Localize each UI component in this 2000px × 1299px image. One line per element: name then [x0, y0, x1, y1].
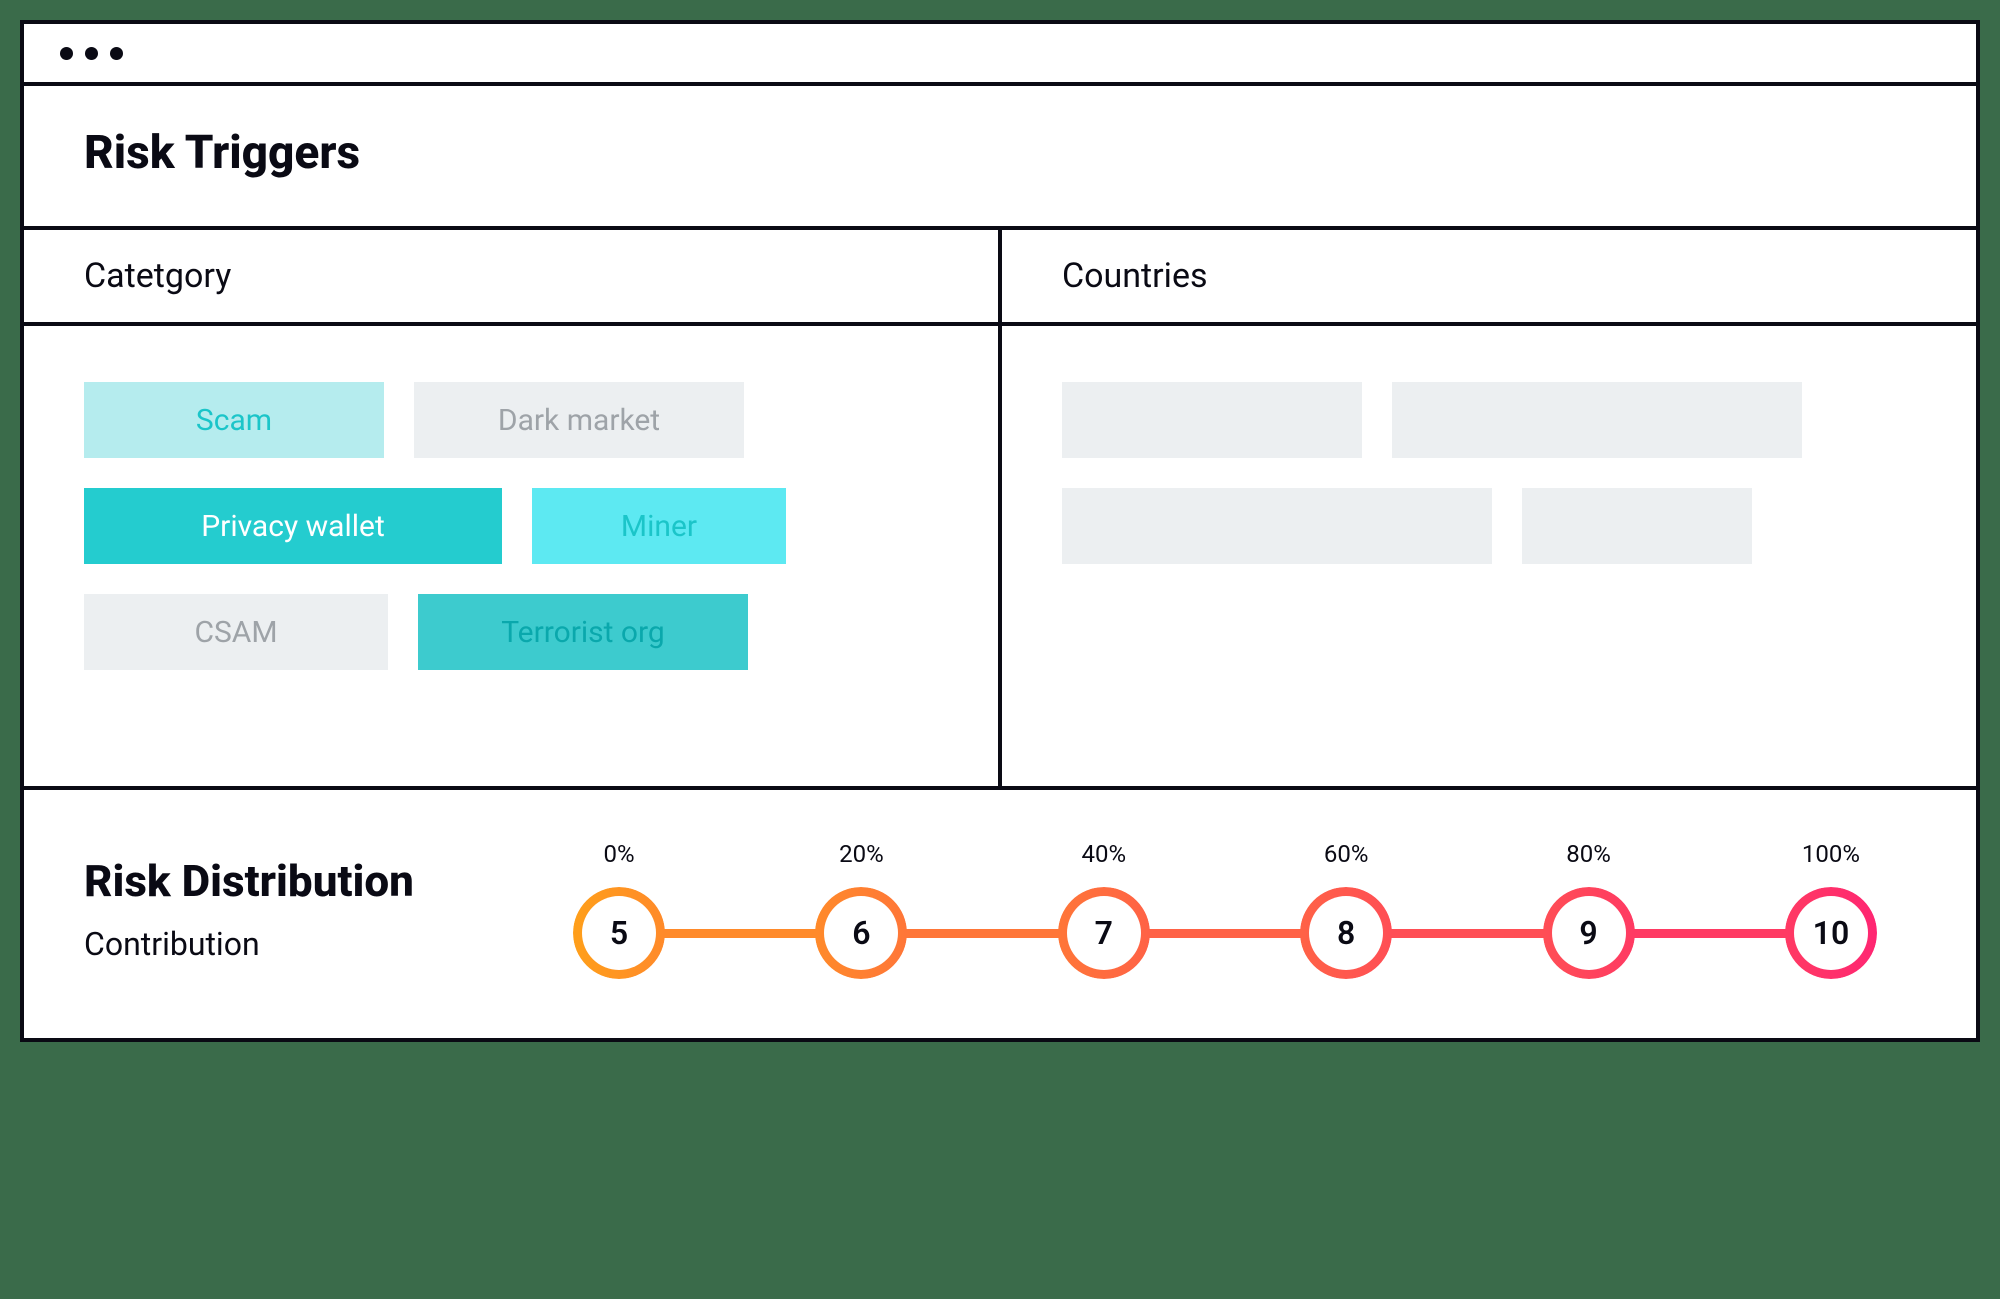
- risk-distribution-section: Risk Distribution Contribution 0% 5 20% 6 40…: [24, 790, 1976, 1038]
- risk-node-value: 8: [1301, 888, 1391, 978]
- country-tag-placeholder[interactable]: [1522, 488, 1752, 564]
- risk-node-connector: [901, 929, 1063, 938]
- risk-node-connector: [1144, 929, 1306, 938]
- risk-node[interactable]: 60% 8: [1301, 840, 1391, 978]
- risk-node-value: 7: [1059, 888, 1149, 978]
- window-titlebar: [24, 24, 1976, 86]
- countries-panel-body: [1002, 326, 1976, 786]
- category-tag-privacy-wallet[interactable]: Privacy wallet: [84, 488, 502, 564]
- risk-node[interactable]: 40% 7: [1059, 840, 1149, 978]
- risk-node[interactable]: 0% 5: [574, 840, 664, 978]
- category-tag-scam[interactable]: Scam: [84, 382, 384, 458]
- country-tag-placeholder[interactable]: [1392, 382, 1802, 458]
- risk-distribution-subtitle: Contribution: [84, 925, 514, 963]
- category-tag-miner[interactable]: Miner: [532, 488, 786, 564]
- risk-node-value: 6: [816, 888, 906, 978]
- category-panel-body: Scam Dark market Privacy wallet Miner CS…: [24, 326, 998, 786]
- risk-node-connector: [1629, 929, 1791, 938]
- risk-node-percent: 100%: [1802, 840, 1860, 870]
- window-dot-icon[interactable]: [110, 47, 123, 60]
- risk-node-percent: 0%: [603, 840, 634, 870]
- risk-node[interactable]: 20% 6: [816, 840, 906, 978]
- risk-node-connector: [1386, 929, 1548, 938]
- window-controls[interactable]: [60, 47, 123, 60]
- risk-node-percent: 20%: [839, 840, 884, 870]
- category-panel: Catetgory Scam Dark market Privacy walle…: [24, 230, 1002, 786]
- risk-node-connector: [659, 929, 821, 938]
- risk-node-value: 9: [1544, 888, 1634, 978]
- country-tag-placeholder[interactable]: [1062, 382, 1362, 458]
- risk-node-percent: 40%: [1082, 840, 1127, 870]
- window-dot-icon[interactable]: [60, 47, 73, 60]
- risk-node-percent: 80%: [1566, 840, 1611, 870]
- risk-distribution-title: Risk Distribution: [84, 855, 514, 907]
- window-dot-icon[interactable]: [85, 47, 98, 60]
- risk-node-value: 5: [574, 888, 664, 978]
- category-tag-terrorist-org[interactable]: Terrorist org: [418, 594, 748, 670]
- category-tag-dark-market[interactable]: Dark market: [414, 382, 744, 458]
- page-title: Risk Triggers: [84, 126, 1916, 180]
- risk-node[interactable]: 80% 9: [1544, 840, 1634, 978]
- risk-node-value: 10: [1786, 888, 1876, 978]
- country-tag-placeholder[interactable]: [1062, 488, 1492, 564]
- trigger-panels: Catetgory Scam Dark market Privacy walle…: [24, 230, 1976, 790]
- category-panel-title: Catetgory: [24, 230, 998, 326]
- category-tag-csam[interactable]: CSAM: [84, 594, 388, 670]
- risk-distribution-scale: 0% 5 20% 6 40% 7 60% 8 80% 9 100% 10: [574, 840, 1916, 978]
- app-window: Risk Triggers Catetgory Scam Dark market…: [20, 20, 1980, 1042]
- risk-node[interactable]: 100% 10: [1786, 840, 1876, 978]
- countries-panel-title: Countries: [1002, 230, 1976, 326]
- countries-panel: Countries: [1002, 230, 1976, 786]
- risk-node-percent: 60%: [1324, 840, 1369, 870]
- page-header: Risk Triggers: [24, 86, 1976, 230]
